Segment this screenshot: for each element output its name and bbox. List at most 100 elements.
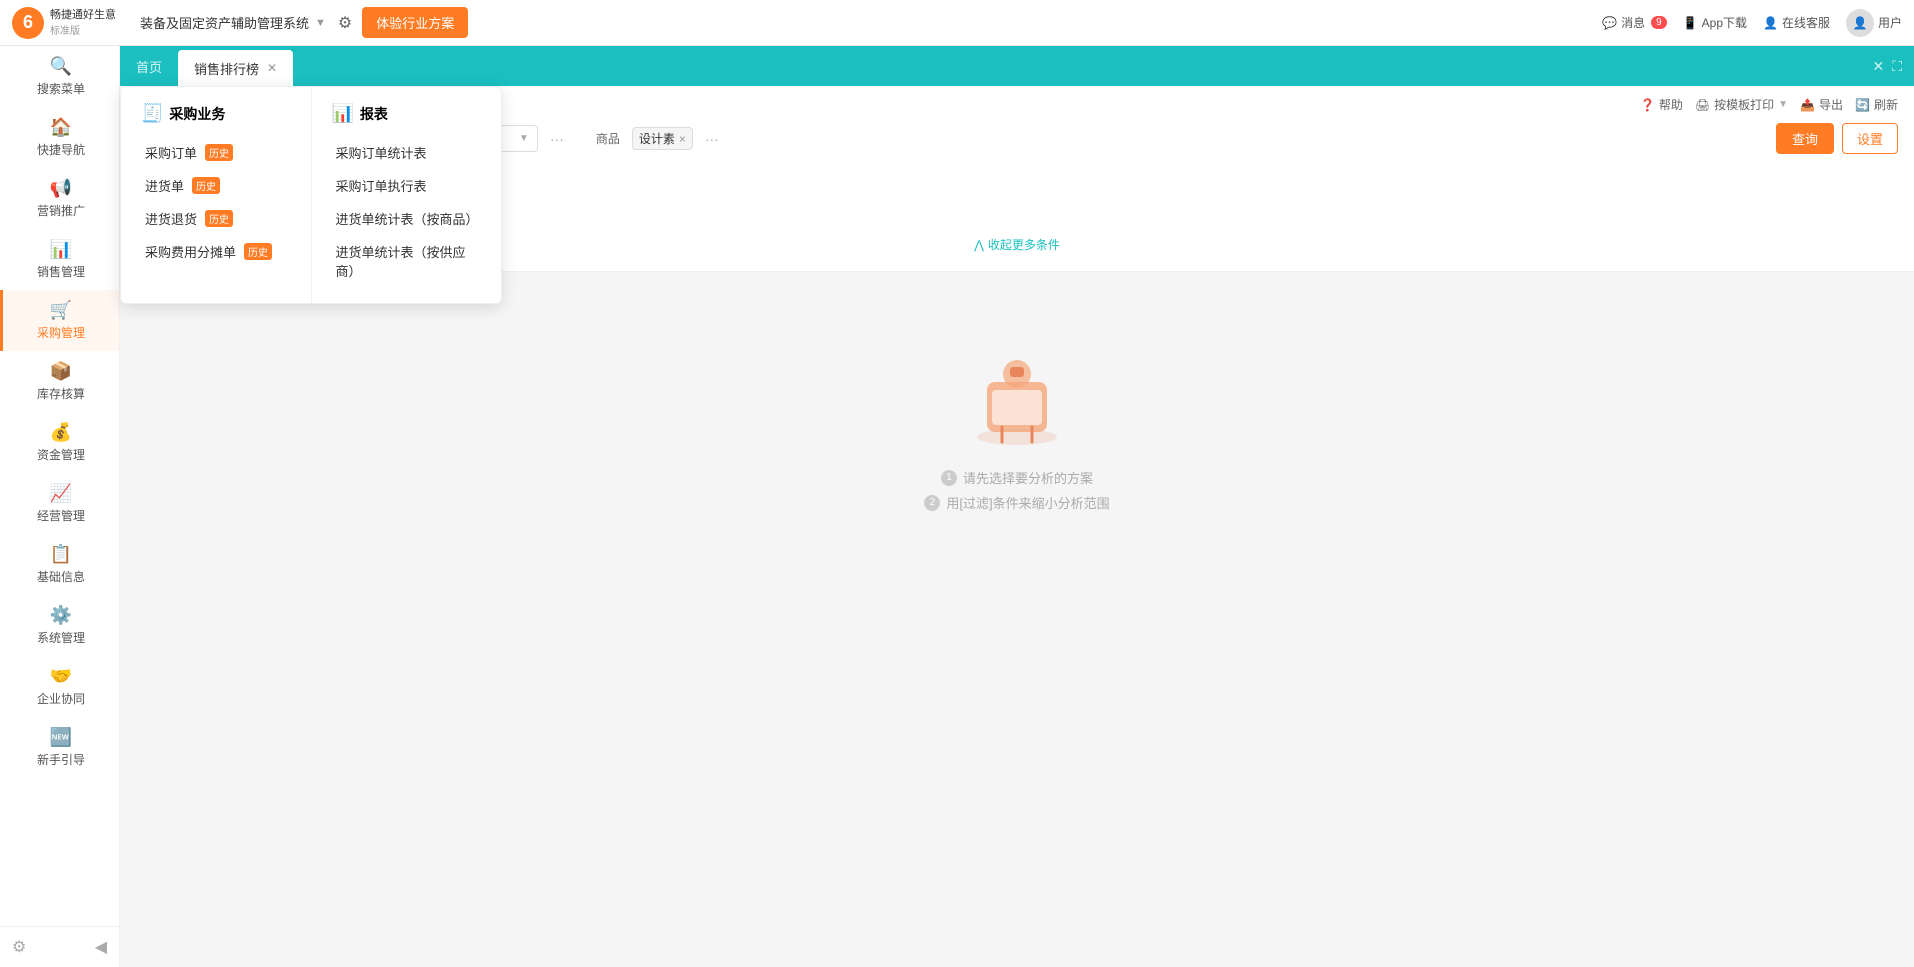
help-item[interactable]: ❓ 帮助 <box>1640 96 1683 113</box>
po-stat-label: 采购订单统计表 <box>336 143 427 162</box>
topbar: 6 畅捷通好生意 标准版 装备及固定资产辅助管理系统 ▼ ⚙ 体验行业方案 💬 … <box>0 0 1914 46</box>
export-icon: 📤 <box>1800 98 1815 112</box>
user-label: 用户 <box>1878 14 1902 31</box>
tab-close-all-icon[interactable]: ✕ <box>1872 58 1884 75</box>
sidebar-item-label: 资金管理 <box>37 446 85 463</box>
purchase-expense-history: 历史 <box>244 243 272 260</box>
system-title-area: 装备及固定资产辅助管理系统 ▼ ⚙ <box>140 13 352 33</box>
online-service-label: 在线客服 <box>1782 14 1830 31</box>
collapse-sidebar-icon[interactable]: ◀ <box>95 937 107 957</box>
step-1-text: 请先选择要分析的方案 <box>963 468 1093 487</box>
sidebar-item-label: 快捷导航 <box>37 141 85 158</box>
sidebar-item-operations[interactable]: 📈 经营管理 <box>0 473 119 534</box>
doc-status-arrow: ▼ <box>519 133 529 144</box>
sidebar-item-finance[interactable]: 💰 资金管理 <box>0 412 119 473</box>
collab-icon: 🤝 <box>50 666 72 687</box>
sidebar: 🔍 搜索菜单 🏠 快捷导航 📢 营销推广 📊 销售管理 🛒 采购管理 📦 库存核… <box>0 46 120 967</box>
industry-btn[interactable]: 体验行业方案 <box>362 7 468 38</box>
collapse-chevron-icon: ⋀ <box>974 238 984 252</box>
sidebar-item-guide[interactable]: 🆕 新手引导 <box>0 717 119 778</box>
tab-home[interactable]: 首页 <box>120 46 178 86</box>
app-download-item[interactable]: 📱 App下载 <box>1683 14 1747 31</box>
doc-status-dots[interactable]: ··· <box>550 131 564 147</box>
dropdown-item-purchase-order[interactable]: 采购订单 历史 <box>141 136 291 169</box>
export-label: 导出 <box>1819 96 1843 113</box>
goods-dots[interactable]: ··· <box>705 131 719 147</box>
sidebar-item-sales[interactable]: 📊 销售管理 <box>0 229 119 290</box>
empty-state: 1 请先选择要分析的方案 2 用[过滤]条件来缩小分析范围 <box>120 272 1914 598</box>
guide-icon: 🆕 <box>50 727 72 748</box>
purchase-order-label: 采购订单 <box>145 143 197 162</box>
messages-item[interactable]: 💬 消息 9 <box>1602 14 1667 31</box>
sidebar-item-collab[interactable]: 🤝 企业协同 <box>0 656 119 717</box>
dropdown-item-po-stat[interactable]: 采购订单统计表 <box>332 136 482 169</box>
refresh-label: 刷新 <box>1874 96 1898 113</box>
purchase-col-title-text: 采购业务 <box>169 104 225 124</box>
tab-expand-icon[interactable]: ⛶ <box>1892 58 1902 75</box>
app-download-label: App下载 <box>1702 14 1747 31</box>
gr-stat-goods-label: 进货单统计表（按商品） <box>336 209 478 228</box>
collapse-label: 收起更多条件 <box>988 236 1060 253</box>
sidebar-item-inventory[interactable]: 📦 库存核算 <box>0 351 119 412</box>
tab-home-label: 首页 <box>136 57 162 76</box>
help-label: 帮助 <box>1659 96 1683 113</box>
goods-tag-close[interactable]: × <box>679 132 686 146</box>
print-item[interactable]: 🖨 按模板打印 ▼ <box>1695 96 1788 113</box>
step-2-text: 用[过滤]条件来缩小分析范围 <box>946 493 1109 512</box>
help-icon: ❓ <box>1640 98 1655 112</box>
topbar-settings-icon[interactable]: ⚙ <box>338 13 352 33</box>
user-area[interactable]: 👤 用户 <box>1846 9 1902 37</box>
settings-bottom-icon[interactable]: ⚙ <box>12 937 26 957</box>
empty-step-1: 1 请先选择要分析的方案 <box>941 468 1093 487</box>
goods-return-history: 历史 <box>205 210 233 227</box>
toolbar-actions: ❓ 帮助 🖨 按模板打印 ▼ 📤 导出 🔄 <box>1640 96 1898 113</box>
print-label: 按模板打印 <box>1714 96 1774 113</box>
phone-icon: 📱 <box>1683 16 1698 30</box>
report-col: 📊 报表 采购订单统计表 采购订单执行表 进货单统计表（按商品） 进货单统计表（… <box>312 87 502 303</box>
goods-label: 商品 <box>596 130 620 147</box>
logo-area: 6 畅捷通好生意 标准版 <box>12 7 132 39</box>
sidebar-item-system[interactable]: ⚙️ 系统管理 <box>0 595 119 656</box>
sidebar-item-label: 系统管理 <box>37 629 85 646</box>
query-button[interactable]: 查询 <box>1776 123 1834 154</box>
dropdown-item-gr-stat-supplier[interactable]: 进货单统计表（按供应商） <box>332 235 482 287</box>
dropdown-item-gr-stat-goods[interactable]: 进货单统计表（按商品） <box>332 202 482 235</box>
sidebar-item-purchase[interactable]: 🛒 采购管理 <box>0 290 119 351</box>
purchase-icon: 🛒 <box>50 300 72 321</box>
dropdown-item-goods-return[interactable]: 进货退货 历史 <box>141 202 291 235</box>
report-col-title-text: 报表 <box>360 104 388 124</box>
dropdown-item-purchase-expense[interactable]: 采购费用分摊单 历史 <box>141 235 291 268</box>
tab-close-icon[interactable]: ✕ <box>267 61 277 75</box>
tab-sales-rank[interactable]: 销售排行榜 ✕ <box>178 50 293 86</box>
message-icon: 💬 <box>1602 16 1617 30</box>
dropdown-item-po-exec[interactable]: 采购订单执行表 <box>332 169 482 202</box>
print-arrow[interactable]: ▼ <box>1778 99 1788 110</box>
step-1-num: 1 <box>941 470 957 486</box>
goods-tag-text: 设计素 <box>639 130 675 147</box>
operations-icon: 📈 <box>50 483 72 504</box>
sidebar-item-quick[interactable]: 🏠 快捷导航 <box>0 107 119 168</box>
online-service-item[interactable]: 👤 在线客服 <box>1763 14 1830 31</box>
messages-label: 消息 <box>1621 14 1645 31</box>
service-icon: 👤 <box>1763 16 1778 30</box>
goods-tag: 设计素 × <box>632 127 693 150</box>
sidebar-item-search[interactable]: 🔍 搜索菜单 <box>0 46 119 107</box>
topbar-right: 💬 消息 9 📱 App下载 👤 在线客服 👤 用户 <box>1602 9 1902 37</box>
report-col-icon: 📊 <box>332 103 354 124</box>
sidebar-item-label: 营销推广 <box>37 202 85 219</box>
purchase-dropdown-menu: 🧾 采购业务 采购订单 历史 进货单 历史 进货退货 历史 采购费用分摊单 历史… <box>120 86 502 304</box>
dropdown-item-goods-receipt[interactable]: 进货单 历史 <box>141 169 291 202</box>
sidebar-item-label: 采购管理 <box>37 324 85 341</box>
system-icon: ⚙️ <box>50 605 72 626</box>
export-item[interactable]: 📤 导出 <box>1800 96 1843 113</box>
title-arrow[interactable]: ▼ <box>315 17 326 29</box>
user-avatar: 👤 <box>1846 9 1874 37</box>
sales-icon: 📊 <box>50 239 72 260</box>
settings-button[interactable]: 设置 <box>1842 123 1898 154</box>
sidebar-item-basic[interactable]: 📋 基础信息 <box>0 534 119 595</box>
sidebar-item-marketing[interactable]: 📢 营销推广 <box>0 168 119 229</box>
refresh-item[interactable]: 🔄 刷新 <box>1855 96 1898 113</box>
purchase-order-history: 历史 <box>205 144 233 161</box>
sidebar-item-label: 基础信息 <box>37 568 85 585</box>
report-col-title: 📊 报表 <box>332 103 482 124</box>
